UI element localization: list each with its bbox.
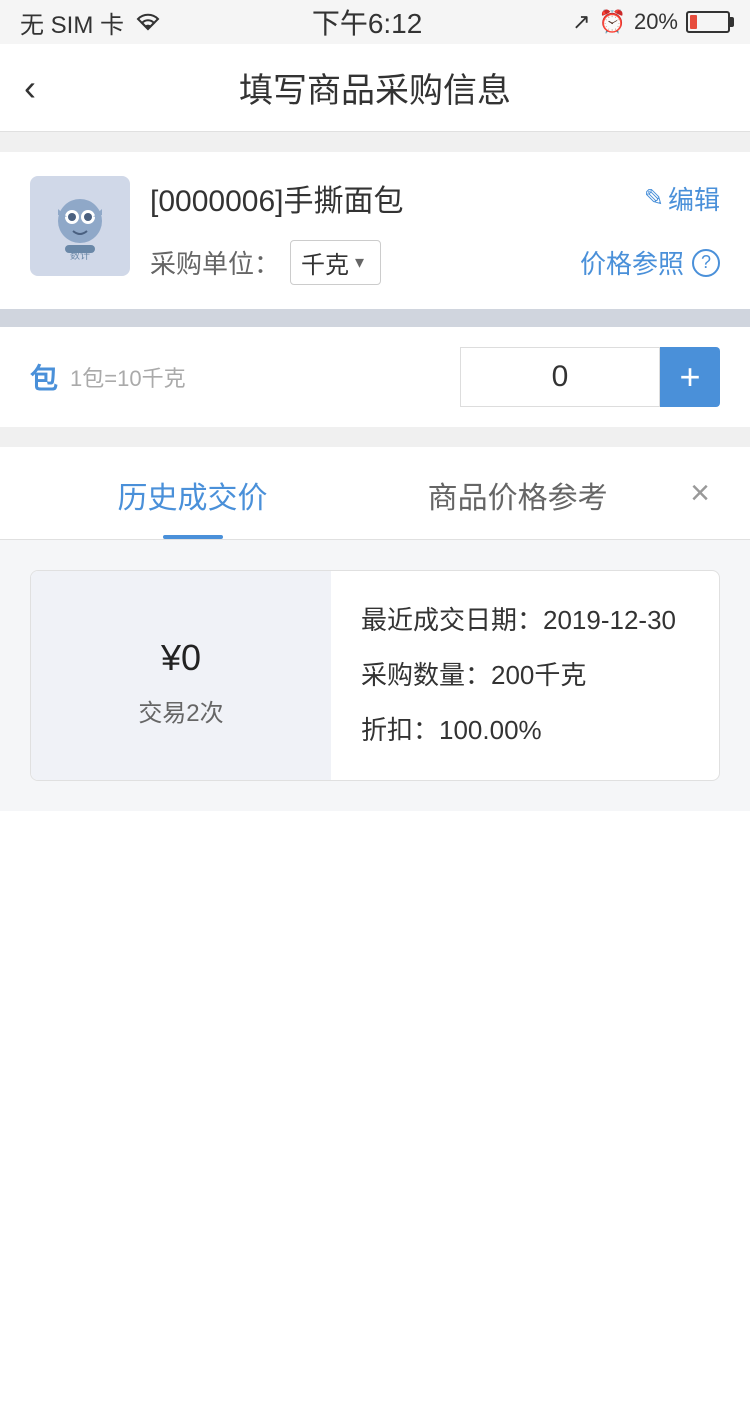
trade-count: 交易2次 — [138, 693, 223, 728]
product-image-icon: 数计 — [45, 191, 115, 261]
quantity-unit-badge: 包 — [30, 357, 58, 397]
quantity-value[interactable]: 0 — [460, 347, 660, 407]
purchase-qty-value: 200千克 — [491, 660, 586, 690]
edit-label: 编辑 — [668, 180, 720, 217]
status-time: 下午6:12 — [312, 2, 423, 42]
battery-percent: 20% — [634, 9, 678, 35]
price-ref-label: 价格参照 — [580, 244, 684, 281]
product-name: [0000006]手撕面包 — [150, 176, 403, 220]
recent-date-value: 2019-12-30 — [543, 605, 676, 635]
quantity-input-group: 0 + — [460, 347, 720, 407]
product-title-row: [0000006]手撕面包 ✎ 编辑 — [150, 176, 720, 220]
tabs-header: 历史成交价 商品价格参考 × — [0, 447, 750, 540]
alarm-icon: ⏰ — [599, 9, 626, 35]
carrier-text: 无 SIM 卡 — [20, 5, 124, 40]
price-value: 0 — [181, 637, 201, 678]
back-button[interactable]: ‹ — [24, 67, 36, 109]
divider-bar — [0, 309, 750, 327]
product-thumbnail: 数计 — [30, 176, 130, 276]
status-right: ↗ ⏰ 20% — [572, 9, 730, 35]
product-section: 数计 [0000006]手撕面包 ✎ 编辑 采购单位： 千克 ▾ — [0, 152, 750, 309]
status-carrier: 无 SIM 卡 — [20, 5, 162, 40]
nav-bar: ‹ 填写商品采购信息 — [0, 44, 750, 132]
discount-label: 折扣： — [361, 715, 439, 745]
location-icon: ↗ — [572, 9, 590, 35]
unit-prefix: 采购单位： — [150, 244, 280, 281]
product-unit-row: 采购单位： 千克 ▾ 价格参照 ? — [150, 240, 720, 285]
tab-close-button[interactable]: × — [680, 454, 720, 533]
dropdown-arrow-icon: ▾ — [355, 252, 364, 273]
discount-value: 100.00% — [439, 715, 542, 745]
currency-symbol: ¥ — [161, 637, 181, 678]
history-card-left: ¥0 交易2次 — [31, 571, 331, 780]
unit-value: 千克 — [301, 245, 349, 280]
info-icon: ? — [692, 249, 720, 277]
product-header: 数计 [0000006]手撕面包 ✎ 编辑 采购单位： 千克 ▾ — [30, 176, 720, 285]
tab-content-area: ¥0 交易2次 最近成交日期：2019-12-30 采购数量：200千克 折扣：… — [0, 540, 750, 811]
tab-history-price[interactable]: 历史成交价 — [30, 447, 355, 539]
quantity-label: 包 1包=10千克 — [30, 357, 186, 397]
history-card-right: 最近成交日期：2019-12-30 采购数量：200千克 折扣：100.00% — [331, 571, 719, 780]
recent-date-line: 最近成交日期：2019-12-30 — [361, 601, 689, 640]
unit-select[interactable]: 千克 ▾ — [290, 240, 381, 285]
purchase-qty-line: 采购数量：200千克 — [361, 656, 689, 695]
tabs-section: 历史成交价 商品价格参考 × ¥0 交易2次 最近成交日期：2019-12-30… — [0, 447, 750, 811]
battery-icon — [686, 11, 730, 33]
tab-product-price-ref[interactable]: 商品价格参考 — [355, 447, 680, 539]
status-bar: 无 SIM 卡 下午6:12 ↗ ⏰ 20% — [0, 0, 750, 44]
quantity-section: 包 1包=10千克 0 + — [0, 327, 750, 427]
history-card: ¥0 交易2次 最近成交日期：2019-12-30 采购数量：200千克 折扣：… — [30, 570, 720, 781]
unit-label: 采购单位： 千克 ▾ — [150, 240, 381, 285]
price-ref-button[interactable]: 价格参照 ? — [580, 244, 720, 281]
page-title: 填写商品采购信息 — [239, 63, 511, 112]
edit-icon: ✎ — [644, 184, 664, 213]
bottom-area — [0, 811, 750, 1411]
product-info: [0000006]手撕面包 ✎ 编辑 采购单位： 千克 ▾ 价格参照 ? — [150, 176, 720, 285]
discount-line: 折扣：100.00% — [361, 711, 689, 750]
history-price: ¥0 — [161, 623, 201, 683]
edit-button[interactable]: ✎ 编辑 — [644, 180, 720, 217]
quantity-plus-button[interactable]: + — [660, 347, 720, 407]
svg-text:数计: 数计 — [70, 249, 90, 261]
recent-date-label: 最近成交日期： — [361, 605, 543, 635]
quantity-conversion: 1包=10千克 — [70, 361, 186, 393]
purchase-qty-label: 采购数量： — [361, 660, 491, 690]
wifi-icon — [134, 11, 162, 33]
